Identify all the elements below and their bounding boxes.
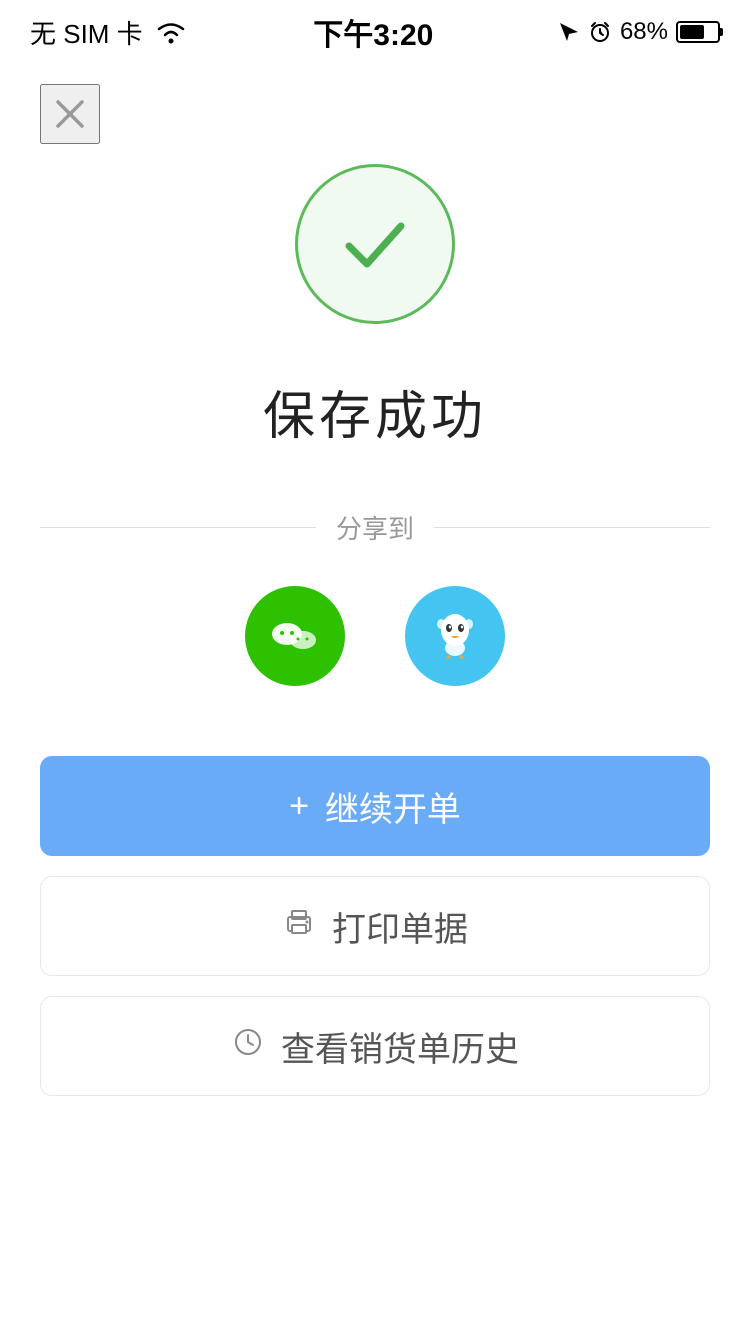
share-label: 分享到 [336, 509, 414, 546]
battery-indicator [676, 21, 720, 43]
divider-left [40, 527, 316, 528]
location-icon [558, 21, 580, 43]
share-divider: 分享到 [40, 509, 710, 546]
qq-icon [425, 606, 485, 666]
status-bar: 无 SIM 卡 下午3:20 68% [0, 0, 750, 64]
history-label: 查看销货单历史 [281, 1022, 519, 1071]
wechat-icon [265, 606, 325, 666]
print-icon [282, 905, 316, 948]
action-buttons: + 继续开单 打印单据 查看销货单历史 [40, 756, 710, 1096]
status-right: 68% [558, 18, 720, 46]
battery-percent: 68% [620, 18, 668, 46]
history-button[interactable]: 查看销货单历史 [40, 996, 710, 1096]
success-icon-circle [295, 164, 455, 324]
close-button[interactable] [40, 84, 100, 144]
checkmark-icon [335, 204, 415, 284]
wifi-icon [153, 19, 189, 45]
alarm-icon [588, 20, 612, 44]
main-content: 保存成功 分享到 [0, 64, 750, 1096]
share-wechat-button[interactable] [245, 586, 345, 686]
print-button[interactable]: 打印单据 [40, 876, 710, 976]
history-icon [231, 1025, 265, 1068]
continue-label: 继续开单 [325, 782, 461, 831]
continue-icon: + [289, 787, 309, 826]
continue-button[interactable]: + 继续开单 [40, 756, 710, 856]
divider-right [434, 527, 710, 528]
print-label: 打印单据 [332, 902, 468, 951]
success-title: 保存成功 [263, 374, 487, 449]
share-qq-button[interactable] [405, 586, 505, 686]
status-left: 无 SIM 卡 [30, 14, 189, 51]
sim-text: 无 SIM 卡 [30, 14, 143, 51]
status-time: 下午3:20 [313, 10, 433, 54]
share-row [40, 586, 710, 686]
